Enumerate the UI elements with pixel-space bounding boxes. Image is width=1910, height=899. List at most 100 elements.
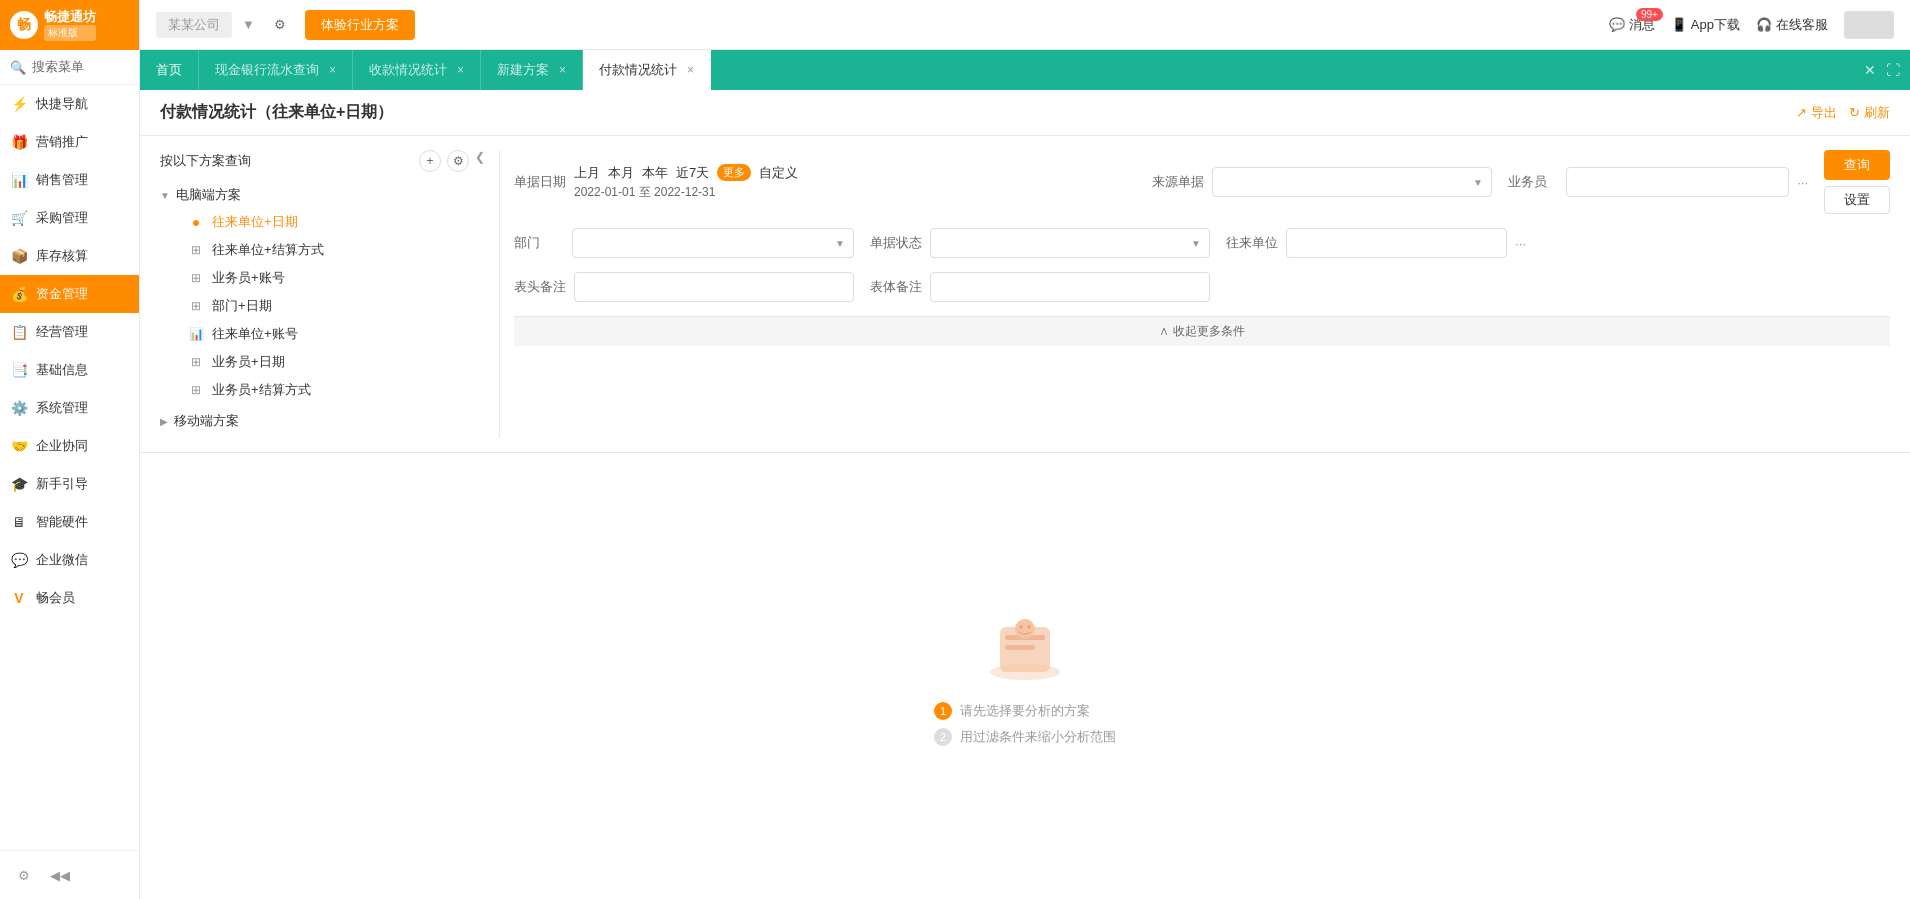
content-area: 付款情况统计（往来单位+日期） ↗ 导出 ↻ 刷新 按以下方案查询 + <box>140 90 1910 899</box>
scheme-dept-date[interactable]: ⊞ 部门+日期 <box>180 292 485 320</box>
tab-new-plan-close[interactable]: × <box>559 63 566 77</box>
sidebar-item-quick-nav[interactable]: ⚡ 快捷导航 <box>0 85 139 123</box>
tab-receipt[interactable]: 收款情况统计 × <box>353 50 481 90</box>
mobile-scheme-header[interactable]: ▶ 移动端方案 <box>160 408 485 434</box>
pc-scheme-header[interactable]: ▼ 电脑端方案 <box>160 182 485 208</box>
scheme-staff-account[interactable]: ⊞ 业务员+账号 <box>180 264 485 292</box>
topbar-dropdown-arrow[interactable]: ▼ <box>242 17 255 32</box>
expand-tabs-btn[interactable]: ⛶ <box>1886 62 1900 78</box>
sidebar-item-sales[interactable]: 📊 销售管理 <box>0 161 139 199</box>
scheme-unit-account[interactable]: 📊 往来单位+账号 <box>180 320 485 348</box>
newbie-icon: 🎓 <box>10 475 28 493</box>
tab-home[interactable]: 首页 <box>140 50 199 90</box>
refresh-icon: ↻ <box>1849 105 1860 120</box>
filter-dept-field: 部门 ▼ <box>514 228 854 258</box>
partner-select[interactable] <box>1286 228 1507 258</box>
source-select[interactable]: ▼ <box>1212 167 1492 197</box>
filter-row-2: 部门 ▼ 单据状态 ▼ 往来单位 <box>514 228 1890 258</box>
finance-icon: 💰 <box>10 285 28 303</box>
tab-receipt-close[interactable]: × <box>457 63 464 77</box>
date-this-month[interactable]: 本月 <box>608 164 634 182</box>
logo-icon: 畅 <box>10 11 38 39</box>
staff-more-btn[interactable]: ··· <box>1797 175 1808 190</box>
tab-payment[interactable]: 付款情况统计 × <box>583 50 711 90</box>
logo-text: 畅捷通坊 标准版 <box>44 9 96 41</box>
pc-scheme-items: ● 往来单位+日期 ⊞ 往来单位+结算方式 ⊞ 业务员+账号 ⊞ <box>160 208 485 404</box>
scheme-staff-date[interactable]: ⊞ 业务员+日期 <box>180 348 485 376</box>
wechat-icon: 💬 <box>10 551 28 569</box>
topbar: 某某公司 ▼ ⚙ 体验行业方案 💬 消息 99+ 📱 App下载 🎧 在线客服 <box>140 0 1910 50</box>
tabbar: 首页 现金银行流水查询 × 收款情况统计 × 新建方案 × 付款情况统计 × ✕… <box>140 50 1910 90</box>
scheme-unit-settle[interactable]: ⊞ 往来单位+结算方式 <box>180 236 485 264</box>
search-icon: 🔍 <box>10 60 26 75</box>
user-avatar[interactable] <box>1844 11 1894 39</box>
date-options-row: 上月 本月 本年 近7天 更多 自定义 <box>574 164 798 182</box>
sidebar-item-purchase[interactable]: 🛒 采购管理 <box>0 199 139 237</box>
svg-point-5 <box>1019 625 1023 629</box>
sidebar-item-system[interactable]: ⚙️ 系统管理 <box>0 389 139 427</box>
app-download-btn[interactable]: 📱 App下载 <box>1671 16 1740 34</box>
tab-payment-close[interactable]: × <box>687 63 694 77</box>
filter-staff-field: 业务员 ··· <box>1508 167 1808 197</box>
date-last-7days[interactable]: 近7天 <box>676 164 709 182</box>
filter-row-3: 表头备注 表体备注 <box>514 272 1890 302</box>
partner-more-btn[interactable]: ··· <box>1515 236 1526 251</box>
mobile-arrow-icon: ▶ <box>160 416 168 427</box>
trial-btn[interactable]: 体验行业方案 <box>305 10 415 40</box>
sidebar-item-inventory[interactable]: 📦 库存核算 <box>0 237 139 275</box>
basic-icon: 📑 <box>10 361 28 379</box>
tab-bank-close[interactable]: × <box>329 63 336 77</box>
mobile-scheme-category: ▶ 移动端方案 <box>160 408 485 434</box>
headset-icon: 🎧 <box>1756 17 1772 32</box>
tab-bank[interactable]: 现金银行流水查询 × <box>199 50 353 90</box>
date-custom[interactable]: 自定义 <box>759 164 798 182</box>
sidebar-item-hardware[interactable]: 🖥 智能硬件 <box>0 503 139 541</box>
collapse-icon: ∧ <box>1159 324 1172 338</box>
scheme-staff-settle[interactable]: ⊞ 业务员+结算方式 <box>180 376 485 404</box>
collapse-sidebar-btn[interactable]: ◀◀ <box>46 861 74 889</box>
export-btn[interactable]: ↗ 导出 <box>1796 104 1837 122</box>
empty-tip-2: 2 用过滤条件来缩小分析范围 <box>934 728 1116 746</box>
sidebar-search[interactable]: 🔍 搜索菜单 <box>0 50 139 85</box>
collapse-scheme-btn[interactable]: ❮ <box>475 150 485 172</box>
manage-scheme-btn[interactable]: ⚙ <box>447 150 469 172</box>
sidebar-item-finance[interactable]: 💰 资金管理 <box>0 275 139 313</box>
member-icon: V <box>10 589 28 607</box>
body-note-input[interactable] <box>930 272 1210 302</box>
close-all-tabs-btn[interactable]: ✕ <box>1864 62 1876 78</box>
query-btn[interactable]: 查询 <box>1824 150 1890 180</box>
settings-bottom-btn[interactable]: ⚙ <box>10 861 38 889</box>
scheme-panel: 按以下方案查询 + ⚙ ❮ ▼ 电脑端方案 ● 往 <box>160 150 500 438</box>
filter-source-field: 来源单据 ▼ <box>1152 167 1492 197</box>
sidebar-item-newbie[interactable]: 🎓 新手引导 <box>0 465 139 503</box>
filter-docstatus-field: 单据状态 ▼ <box>870 228 1210 258</box>
sidebar-item-basic[interactable]: 📑 基础信息 <box>0 351 139 389</box>
date-this-year[interactable]: 本年 <box>642 164 668 182</box>
sidebar-item-operation[interactable]: 📋 经营管理 <box>0 313 139 351</box>
dept-select[interactable]: ▼ <box>572 228 854 258</box>
tip-num-2: 2 <box>934 728 952 746</box>
collapse-more-btn[interactable]: ∧ 收起更多条件 <box>514 316 1890 346</box>
header-note-input[interactable] <box>574 272 854 302</box>
sidebar-item-corp[interactable]: 🤝 企业协同 <box>0 427 139 465</box>
page-title: 付款情况统计（往来单位+日期） <box>160 102 393 123</box>
docstatus-select[interactable]: ▼ <box>930 228 1210 258</box>
service-btn[interactable]: 🎧 在线客服 <box>1756 16 1828 34</box>
date-last-month[interactable]: 上月 <box>574 164 600 182</box>
refresh-btn[interactable]: ↻ 刷新 <box>1849 104 1890 122</box>
scheme-header: 按以下方案查询 + ⚙ ❮ <box>160 150 485 172</box>
topbar-gear-btn[interactable]: ⚙ <box>265 10 295 40</box>
scheme-unit-date[interactable]: ● 往来单位+日期 <box>180 208 485 236</box>
sidebar-item-member[interactable]: V 畅会员 <box>0 579 139 617</box>
scheme-table-icon-5: ⊞ <box>188 382 204 398</box>
sidebar-item-marketing[interactable]: 🎁 营销推广 <box>0 123 139 161</box>
filter-settings-btn[interactable]: 设置 <box>1824 186 1890 214</box>
purchase-icon: 🛒 <box>10 209 28 227</box>
topbar-right: 💬 消息 99+ 📱 App下载 🎧 在线客服 <box>1609 11 1894 39</box>
notification-btn[interactable]: 💬 消息 99+ <box>1609 16 1655 34</box>
date-more[interactable]: 更多 <box>717 164 751 181</box>
tab-new-plan[interactable]: 新建方案 × <box>481 50 583 90</box>
sidebar-item-wechat[interactable]: 💬 企业微信 <box>0 541 139 579</box>
add-scheme-btn[interactable]: + <box>419 150 441 172</box>
staff-select[interactable] <box>1566 167 1789 197</box>
